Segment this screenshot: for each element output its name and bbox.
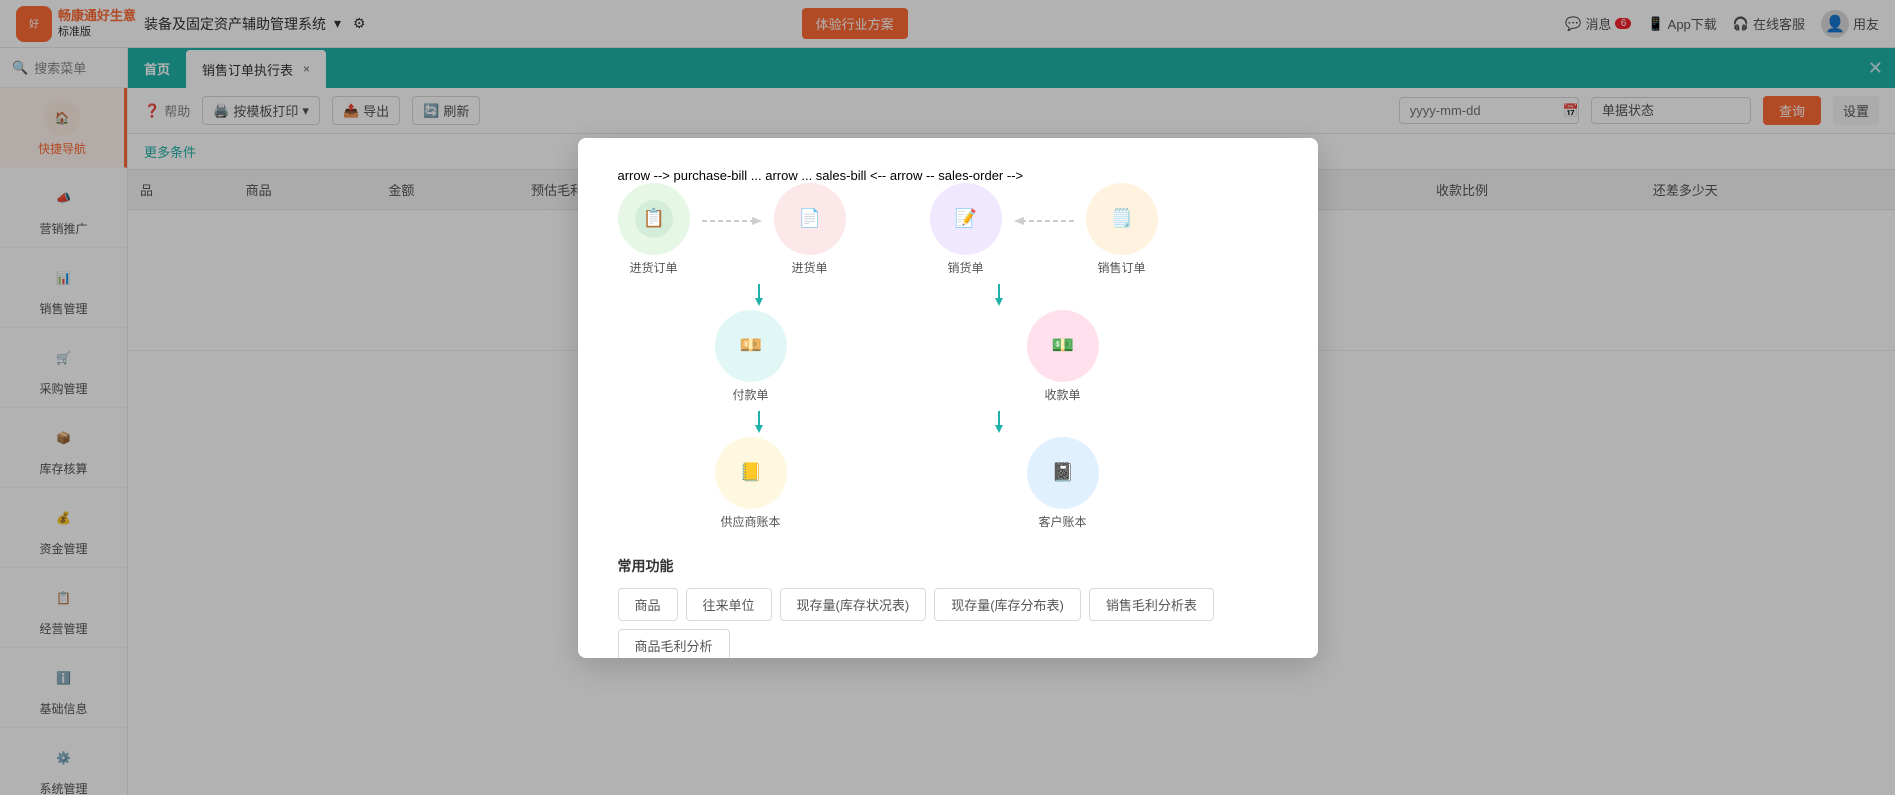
purchase-bill-label: 进货单 bbox=[791, 259, 827, 276]
arrow-down-purchase bbox=[753, 284, 765, 306]
svg-text:💵: 💵 bbox=[1051, 335, 1073, 355]
receipt-bill-label: 收款单 bbox=[1044, 386, 1080, 403]
func-btn-product-profit[interactable]: 商品毛利分析 bbox=[618, 629, 730, 658]
sales-bill-circle: 📝 bbox=[930, 183, 1002, 255]
flow-arrows-down-row2 bbox=[618, 411, 1278, 433]
svg-text:📒: 📒 bbox=[739, 462, 761, 482]
node-receipt-bill[interactable]: 💵 收款单 bbox=[1027, 310, 1099, 403]
node-customer-ledger[interactable]: 📓 客户账本 bbox=[1027, 437, 1099, 530]
common-functions-title: 常用功能 bbox=[618, 556, 1278, 576]
flow-modal: arrow --> purchase-bill ... arrow ... sa… bbox=[578, 138, 1318, 658]
func-btn-partner[interactable]: 往来单位 bbox=[686, 588, 772, 621]
func-btn-stock-dist[interactable]: 现存量(库存分布表) bbox=[934, 588, 1081, 621]
sales-order-circle: 🗒️ bbox=[1086, 183, 1158, 255]
common-functions-section: 常用功能 商品 往来单位 现存量(库存状况表) 现存量(库存分布表) 销售毛利分… bbox=[618, 556, 1278, 658]
payment-bill-circle: 💴 bbox=[715, 310, 787, 382]
flow-diagram-area: arrow --> purchase-bill ... arrow ... sa… bbox=[618, 168, 1278, 546]
supplier-ledger-label: 供应商账本 bbox=[720, 513, 780, 530]
node-purchase-order[interactable]: 📋 进货订单 bbox=[618, 183, 690, 276]
arrow-down-sales bbox=[993, 284, 1005, 306]
arrow-down-receipt bbox=[993, 411, 1005, 433]
modal-body: arrow --> purchase-bill ... arrow ... sa… bbox=[578, 138, 1318, 658]
svg-text:📝: 📝 bbox=[954, 207, 976, 228]
purchase-order-circle: 📋 bbox=[618, 183, 690, 255]
function-buttons-group: 商品 往来单位 现存量(库存状况表) 现存量(库存分布表) 销售毛利分析表 商品… bbox=[618, 588, 1278, 658]
supplier-ledger-circle: 📒 bbox=[715, 437, 787, 509]
modal-overlay[interactable]: arrow --> purchase-bill ... arrow ... sa… bbox=[0, 0, 1895, 795]
sales-bill-label: 销货单 bbox=[947, 259, 983, 276]
customer-ledger-label: 客户账本 bbox=[1038, 513, 1086, 530]
svg-text:📓: 📓 bbox=[1051, 462, 1073, 482]
svg-text:📋: 📋 bbox=[642, 207, 664, 228]
node-sales-bill[interactable]: 📝 销货单 bbox=[930, 183, 1002, 276]
payment-bill-label: 付款单 bbox=[732, 386, 768, 403]
node-payment-bill[interactable]: 💴 付款单 bbox=[715, 310, 787, 403]
flow-row-1: 📋 进货订单 📄 进货单 bbox=[618, 183, 1278, 276]
arrow-down-payment bbox=[753, 411, 765, 433]
purchase-bill-circle: 📄 bbox=[774, 183, 846, 255]
func-btn-product[interactable]: 商品 bbox=[618, 588, 678, 621]
customer-ledger-circle: 📓 bbox=[1027, 437, 1099, 509]
func-btn-stock-status[interactable]: 现存量(库存状况表) bbox=[780, 588, 927, 621]
node-purchase-bill[interactable]: 📄 进货单 bbox=[774, 183, 846, 276]
svg-text:💴: 💴 bbox=[739, 335, 761, 355]
svg-text:🗒️: 🗒️ bbox=[1110, 207, 1132, 228]
svg-text:📄: 📄 bbox=[798, 207, 820, 228]
dashed-arrow-2 bbox=[1014, 215, 1074, 227]
node-supplier-ledger[interactable]: 📒 供应商账本 bbox=[715, 437, 787, 530]
receipt-bill-circle: 💵 bbox=[1027, 310, 1099, 382]
dashed-arrow-1 bbox=[702, 215, 762, 227]
func-btn-sales-profit[interactable]: 销售毛利分析表 bbox=[1089, 588, 1214, 621]
node-sales-order[interactable]: 🗒️ 销售订单 bbox=[1086, 183, 1158, 276]
flow-row-3: 📒 供应商账本 📓 客户账本 bbox=[618, 437, 1278, 530]
purchase-order-label: 进货订单 bbox=[629, 259, 677, 276]
sales-order-label: 销售订单 bbox=[1097, 259, 1145, 276]
flow-arrows-down-row1 bbox=[618, 284, 1278, 306]
flow-row-2: 💴 付款单 💵 收款单 bbox=[618, 310, 1278, 403]
